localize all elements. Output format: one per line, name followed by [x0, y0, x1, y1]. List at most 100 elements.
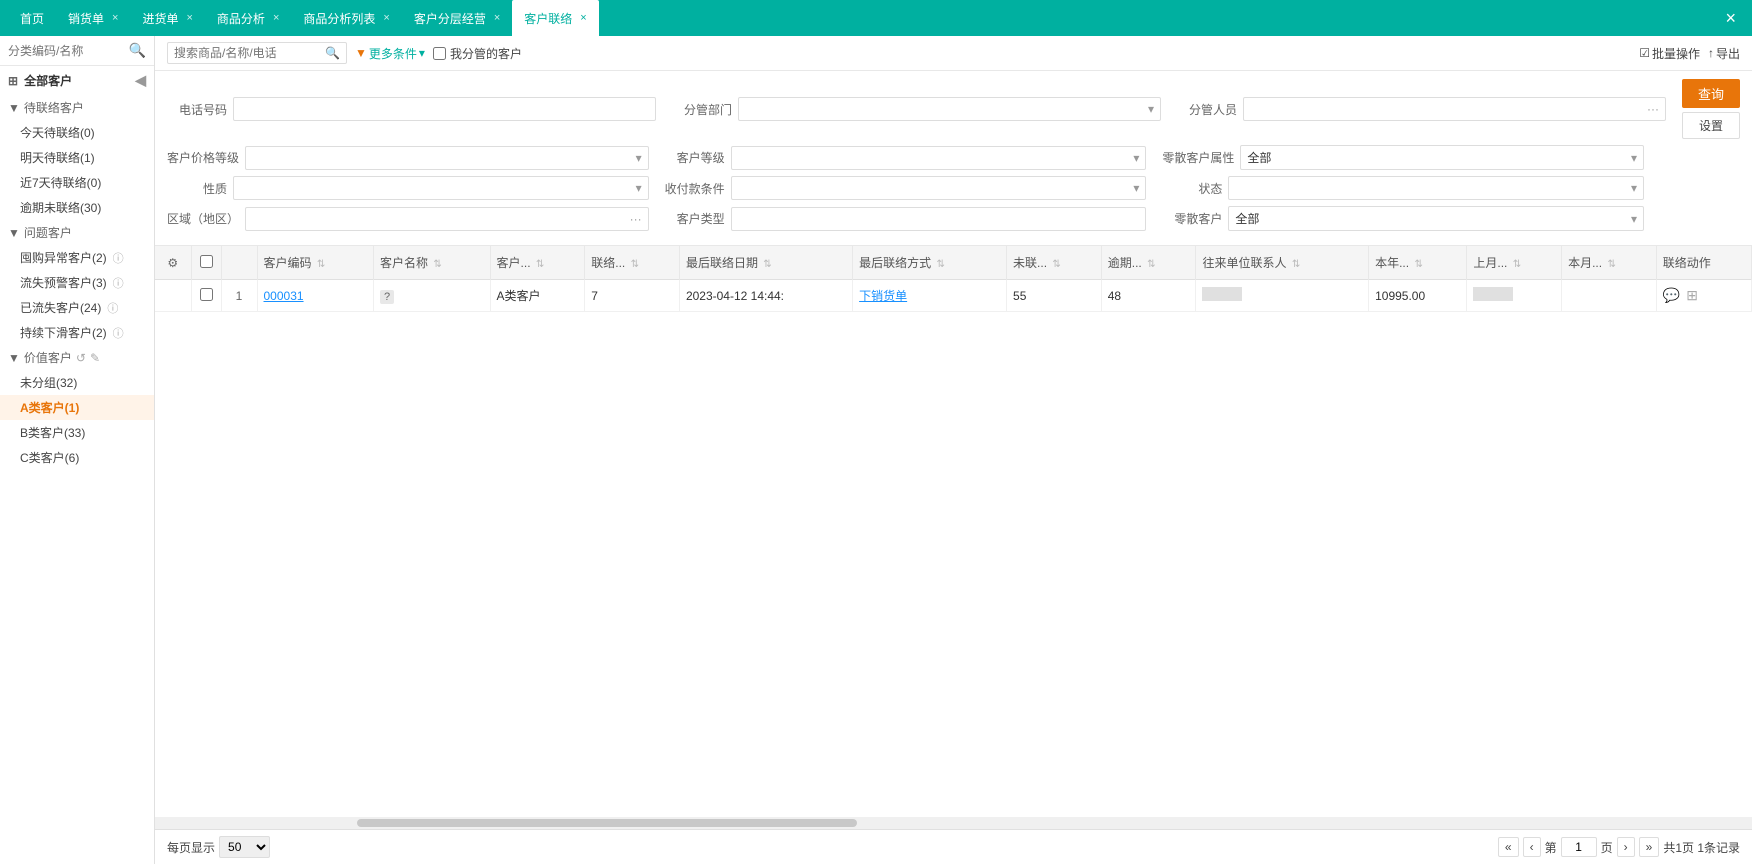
sort-icon[interactable]: ⇅: [1052, 259, 1060, 270]
close-icon[interactable]: ×: [112, 12, 118, 24]
col-unlinked[interactable]: 未联... ⇅: [1007, 246, 1102, 280]
sidebar-section-problem[interactable]: ▼ 问题客户: [0, 220, 154, 245]
sidebar-item-lost[interactable]: 已流失客户(24) ⓘ: [0, 295, 154, 320]
search-icon[interactable]: 🔍: [129, 42, 146, 59]
edit-icon[interactable]: ✎: [90, 351, 100, 365]
phone-input[interactable]: [233, 97, 656, 121]
chat-icon[interactable]: 💬: [1663, 287, 1680, 304]
col-settings[interactable]: ⚙: [155, 246, 191, 280]
cust-level-dropdown[interactable]: ▾: [731, 146, 1147, 170]
sidebar-item-ungroup[interactable]: 未分组(32): [0, 370, 154, 395]
qr-icon[interactable]: ⊞: [1686, 287, 1698, 304]
select-all-checkbox[interactable]: [200, 255, 213, 268]
col-checkbox[interactable]: [191, 246, 221, 280]
sidebar-item-class-a[interactable]: A类客户(1): [0, 395, 154, 420]
sidebar-search-input[interactable]: [8, 44, 129, 58]
sidebar-item-abnormal[interactable]: 囤购异常客户(2) ⓘ: [0, 245, 154, 270]
col-customer-name[interactable]: 客户名称 ⇅: [374, 246, 491, 280]
sidebar-item-overdue[interactable]: 逾期未联络(30): [0, 195, 154, 220]
sidebar-all-customers[interactable]: ⊞ 全部客户 ◀: [0, 66, 154, 95]
filter-search-box[interactable]: 🔍: [167, 42, 347, 64]
payment-dropdown[interactable]: ▾: [731, 176, 1147, 200]
cust-type-input[interactable]: [731, 207, 1147, 231]
horizontal-scrollbar[interactable]: [155, 817, 1752, 829]
collapse-icon[interactable]: ◀: [135, 72, 146, 89]
sort-icon[interactable]: ⇅: [317, 259, 325, 270]
first-page-button[interactable]: «: [1498, 837, 1519, 857]
close-icon[interactable]: ×: [186, 12, 192, 24]
prev-page-button[interactable]: ‹: [1523, 837, 1541, 857]
manager-dropdown[interactable]: ···: [1243, 97, 1666, 121]
row-select-checkbox[interactable]: [200, 288, 213, 301]
sort-icon[interactable]: ⇅: [433, 259, 441, 270]
sidebar-item-lost-warn[interactable]: 流失预警客户(3) ⓘ: [0, 270, 154, 295]
nav-tab-customer-contact[interactable]: 客户联络 ×: [512, 0, 598, 36]
close-icon[interactable]: ×: [494, 12, 500, 24]
close-icon[interactable]: ×: [383, 12, 389, 24]
sidebar-item-decline[interactable]: 持续下滑客户(2) ⓘ: [0, 320, 154, 345]
region-dropdown[interactable]: ···: [245, 207, 649, 231]
sidebar-section-pending[interactable]: ▼ 待联络客户: [0, 95, 154, 120]
sidebar-item-today[interactable]: 今天待联络(0): [0, 120, 154, 145]
col-customer-type[interactable]: 客户... ⇅: [490, 246, 585, 280]
col-unit-contact[interactable]: 往来单位联系人 ⇅: [1196, 246, 1369, 280]
sort-icon[interactable]: ⇅: [763, 259, 771, 270]
col-overdue[interactable]: 逾期... ⇅: [1101, 246, 1196, 280]
query-button[interactable]: 查询: [1682, 79, 1740, 108]
close-icon[interactable]: ×: [580, 12, 586, 24]
sidebar-item-class-c[interactable]: C类客户(6): [0, 445, 154, 470]
col-this-year[interactable]: 本年... ⇅: [1369, 246, 1467, 280]
nav-tab-customer-segment[interactable]: 客户分层经营 ×: [402, 0, 512, 36]
row-code[interactable]: 000031: [257, 280, 374, 312]
sort-icon[interactable]: ⇅: [1513, 259, 1521, 270]
nature-dropdown[interactable]: ▾: [233, 176, 649, 200]
row-checkbox[interactable]: [191, 280, 221, 312]
nav-tab-sales[interactable]: 销货单 ×: [56, 0, 130, 36]
sort-icon[interactable]: ⇅: [536, 259, 544, 270]
col-last-month[interactable]: 上月... ⇅: [1467, 246, 1562, 280]
my-customers-checkbox[interactable]: 我分管的客户: [433, 45, 522, 62]
export-button[interactable]: ↑ 导出: [1708, 45, 1740, 62]
batch-operation-button[interactable]: ☑ 批量操作: [1639, 45, 1700, 62]
sort-icon[interactable]: ⇅: [1292, 259, 1300, 270]
row-last-method[interactable]: 下销货单: [853, 280, 1007, 312]
col-customer-code[interactable]: 客户编码 ⇅: [257, 246, 374, 280]
sort-icon[interactable]: ⇅: [1414, 259, 1422, 270]
last-page-button[interactable]: »: [1639, 837, 1660, 857]
dept-dropdown[interactable]: ▾: [738, 97, 1161, 121]
page-number-input[interactable]: [1561, 837, 1597, 857]
sort-icon[interactable]: ⇅: [1607, 259, 1615, 270]
filter-search-input[interactable]: [174, 46, 325, 60]
sort-icon[interactable]: ⇅: [936, 259, 944, 270]
nav-tab-analysis-list[interactable]: 商品分析列表 ×: [291, 0, 401, 36]
setting-button[interactable]: 设置: [1682, 112, 1740, 139]
sidebar-section-value[interactable]: ▼ 价值客户 ↺ ✎: [0, 345, 154, 370]
close-all-button[interactable]: ×: [1717, 8, 1744, 29]
sidebar-item-tomorrow[interactable]: 明天待联络(1): [0, 145, 154, 170]
price-level-dropdown[interactable]: ▾: [245, 146, 649, 170]
col-last-date[interactable]: 最后联络日期 ⇅: [679, 246, 852, 280]
search-icon[interactable]: 🔍: [325, 46, 340, 60]
col-this-month[interactable]: 本月... ⇅: [1562, 246, 1657, 280]
scrollbar-thumb[interactable]: [357, 819, 857, 827]
nav-tab-analysis[interactable]: 商品分析 ×: [205, 0, 291, 36]
last-method-link[interactable]: 下销货单: [859, 289, 907, 303]
sidebar-item-class-b[interactable]: B类客户(33): [0, 420, 154, 445]
status-dropdown[interactable]: ▾: [1228, 176, 1644, 200]
next-page-button[interactable]: ›: [1617, 837, 1635, 857]
retail-cust-dropdown[interactable]: 全部 ▾: [1228, 206, 1644, 231]
sort-icon[interactable]: ⇅: [1147, 259, 1155, 270]
more-conditions-button[interactable]: ▼ 更多条件 ▾: [355, 45, 425, 62]
close-icon[interactable]: ×: [273, 12, 279, 24]
refresh-icon[interactable]: ↺: [76, 351, 86, 365]
my-customers-check[interactable]: [433, 47, 446, 60]
nav-tab-purchase[interactable]: 进货单 ×: [130, 0, 204, 36]
col-contact[interactable]: 联络... ⇅: [585, 246, 680, 280]
col-last-method[interactable]: 最后联络方式 ⇅: [853, 246, 1007, 280]
nav-tab-home[interactable]: 首页: [8, 0, 56, 36]
customer-code-link[interactable]: 000031: [264, 289, 304, 303]
retail-attr-dropdown[interactable]: 全部 ▾: [1240, 145, 1644, 170]
sort-icon[interactable]: ⇅: [631, 259, 639, 270]
sidebar-item-week[interactable]: 近7天待联络(0): [0, 170, 154, 195]
page-size-select[interactable]: 50 100 200: [219, 836, 270, 858]
